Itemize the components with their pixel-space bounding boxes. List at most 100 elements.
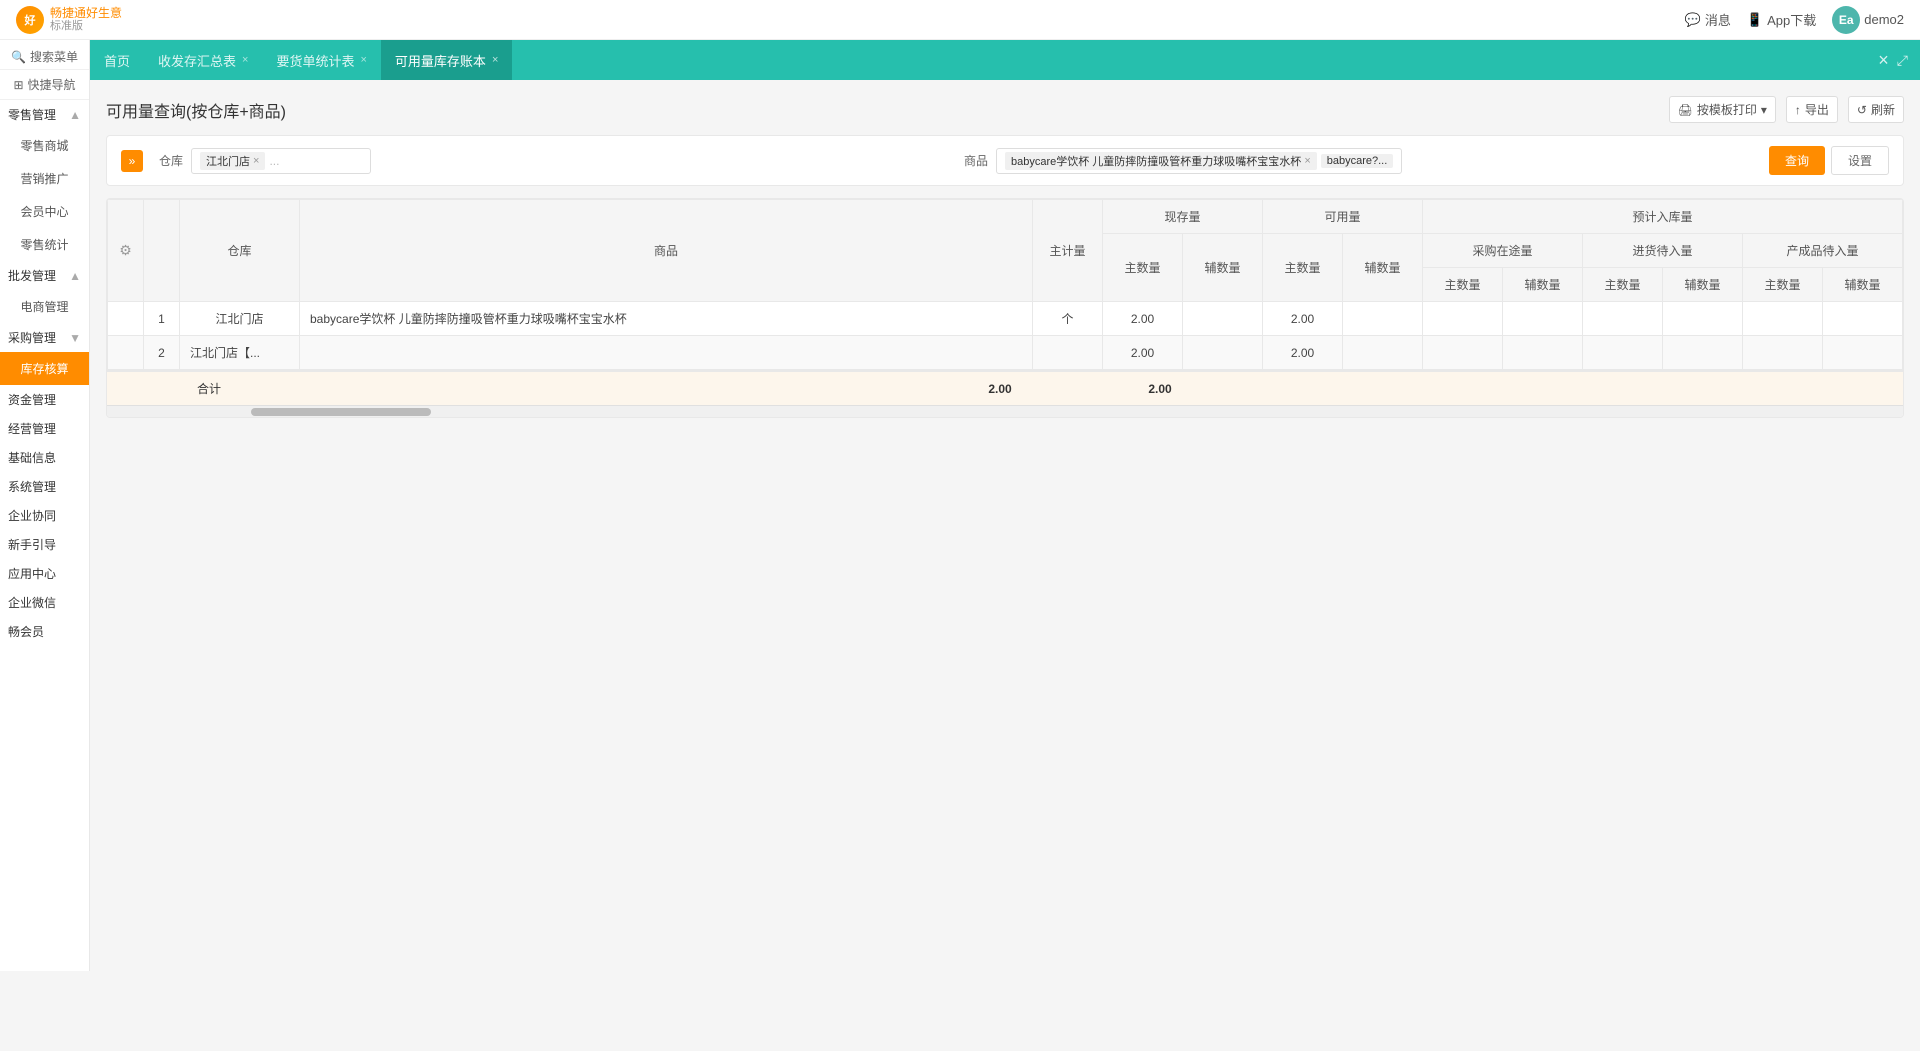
warehouse-tag: 江北门店 × [200, 152, 265, 170]
th-current-stock-group: 现存量 [1103, 200, 1263, 234]
chevron-down-icon: ▲ [69, 269, 81, 283]
th-seq [144, 200, 180, 302]
tab-home[interactable]: 首页 [90, 40, 144, 80]
sidebar-section-purchase[interactable]: 采购管理 ▼ [0, 323, 89, 352]
row2-production-aux [1823, 336, 1903, 370]
row2-current-aux [1183, 336, 1263, 370]
chevron2-icon: ▼ [69, 331, 81, 345]
user-action[interactable]: Ea demo2 [1832, 6, 1904, 34]
remove-product-tag1[interactable]: × [1304, 155, 1310, 167]
search-menu[interactable]: 🔍 搜索菜单 [0, 40, 89, 70]
sidebar-section-system[interactable]: 系统管理 [0, 472, 89, 501]
th-purchase-subgroup: 采购在途量 [1423, 234, 1583, 268]
filter-actions: 查询 设置 [1769, 146, 1889, 175]
tab-receivable[interactable]: 收发存汇总表 × [144, 40, 262, 80]
row2-inbound-aux [1663, 336, 1743, 370]
message-action[interactable]: 💬 消息 [1685, 10, 1731, 29]
print-template-btn[interactable]: 🖨 按模板打印 ▾ [1669, 96, 1776, 123]
row1-settings [108, 302, 144, 336]
tab-order-stats[interactable]: 要货单统计表 × [262, 40, 380, 80]
th-product: 商品 [300, 200, 1033, 302]
row1-product: babycare学饮杯 儿童防摔防撞吸管杯重力球吸嘴杯宝宝水杯 [300, 302, 1033, 336]
tab-close-available-stock[interactable]: × [492, 54, 498, 66]
row1-unit: 个 [1033, 302, 1103, 336]
footer-available-main: 2.00 [1120, 382, 1200, 396]
sidebar-item-marketing[interactable]: 营销推广 [0, 162, 89, 195]
sidebar-section-finance[interactable]: 资金管理 [0, 385, 89, 414]
row1-current-main: 2.00 [1103, 302, 1183, 336]
data-table: ⚙ 仓库 商品 主计量 现存量 可用量 预计入库量 主数量 辅数量 主数量 辅数… [107, 199, 1903, 370]
topbar: 好 畅捷通好生意 标准版 💬 消息 📱 App下载 Ea demo2 [0, 0, 1920, 40]
table-row: 2 江北门店【... 2.00 2.00 [108, 336, 1903, 370]
topbar-left: 好 畅捷通好生意 标准版 [16, 6, 122, 34]
sidebar-item-ecommerce[interactable]: 电商管理 [0, 290, 89, 323]
message-icon: 💬 [1685, 12, 1701, 28]
sidebar-section-vip[interactable]: 畅会员 [0, 617, 89, 646]
logo-area: 好 畅捷通好生意 标准版 [16, 6, 122, 34]
row1-available-main: 2.00 [1263, 302, 1343, 336]
sidebar: 母婴行业演示账套 ▾ 🔍 搜索菜单 ⊞ 快捷导航 零售管理 ▲ 零售商城 营销推… [0, 0, 90, 971]
sidebar-section-wholesale[interactable]: 批发管理 ▲ [0, 261, 89, 290]
sidebar-section-operations[interactable]: 经营管理 [0, 414, 89, 443]
th-purchase-main: 主数量 [1423, 268, 1503, 302]
main-content: 可用量查询(按仓库+商品) 🖨 按模板打印 ▾ ↑ 导出 ↺ 刷新 » 仓库 [90, 80, 1920, 971]
filter-bar: » 仓库 江北门店 × ... 商品 babycare学饮杯 儿童防摔防撞吸管杯… [106, 135, 1904, 186]
nav-tab-actions: × ⤢ [1866, 50, 1920, 71]
sidebar-section-newbie[interactable]: 新手引导 [0, 530, 89, 559]
th-expected-group: 预计入库量 [1423, 200, 1903, 234]
tab-close-order-stats[interactable]: × [360, 54, 366, 66]
row1-inbound-aux [1663, 302, 1743, 336]
th-production-main: 主数量 [1743, 268, 1823, 302]
sidebar-section-wechat[interactable]: 企业微信 [0, 588, 89, 617]
row2-available-aux [1343, 336, 1423, 370]
refresh-btn[interactable]: ↺ 刷新 [1848, 96, 1904, 123]
remove-warehouse-tag[interactable]: × [253, 155, 259, 167]
row1-purchase-main [1423, 302, 1503, 336]
row1-production-main [1743, 302, 1823, 336]
th-current-aux: 辅数量 [1183, 234, 1263, 302]
nav-tabs: 首页 收发存汇总表 × 要货单统计表 × 可用量库存账本 × × ⤢ [90, 40, 1920, 80]
th-available-aux: 辅数量 [1343, 234, 1423, 302]
export-icon: ↑ [1795, 103, 1801, 117]
avatar: Ea [1832, 6, 1860, 34]
row2-settings [108, 336, 144, 370]
column-settings-icon[interactable]: ⚙ [119, 242, 132, 258]
warehouse-input[interactable]: 江北门店 × ... [191, 148, 371, 174]
table-header-row-1: ⚙ 仓库 商品 主计量 现存量 可用量 预计入库量 [108, 200, 1903, 234]
warehouse-more-icon: ... [269, 154, 279, 168]
settings-button[interactable]: 设置 [1831, 146, 1889, 175]
close-all-icon[interactable]: × [1878, 50, 1889, 71]
row1-current-aux [1183, 302, 1263, 336]
row1-warehouse: 江北门店 [180, 302, 300, 336]
page-title: 可用量查询(按仓库+商品) [106, 98, 286, 122]
query-button[interactable]: 查询 [1769, 146, 1825, 175]
chevron-icon: ▲ [69, 108, 81, 122]
page-header: 可用量查询(按仓库+商品) 🖨 按模板打印 ▾ ↑ 导出 ↺ 刷新 [106, 96, 1904, 123]
tab-close-receivable[interactable]: × [242, 54, 248, 66]
sidebar-section-basic[interactable]: 基础信息 [0, 443, 89, 472]
sidebar-section-retail[interactable]: 零售管理 ▲ [0, 100, 89, 129]
sidebar-section-enterprise[interactable]: 企业协同 [0, 501, 89, 530]
app-download-action[interactable]: 📱 App下载 [1747, 10, 1816, 29]
product-input[interactable]: babycare学饮杯 儿童防摔防撞吸管杯重力球吸嘴杯宝宝水杯 × babyca… [996, 148, 1402, 174]
sidebar-item-members[interactable]: 会员中心 [0, 195, 89, 228]
sidebar-section-appcenter[interactable]: 应用中心 [0, 559, 89, 588]
scrollbar-thumb[interactable] [251, 408, 431, 416]
row2-production-main [1743, 336, 1823, 370]
row2-product [300, 336, 1033, 370]
table-footer: 合计 2.00 2.00 [107, 370, 1903, 405]
sidebar-section-inventory[interactable]: 库存核算 [0, 352, 89, 385]
th-settings: ⚙ [108, 200, 144, 302]
phone-icon: 📱 [1747, 12, 1763, 28]
th-warehouse: 仓库 [180, 200, 300, 302]
printer-icon: 🖨 [1678, 103, 1693, 117]
th-unit: 主计量 [1033, 200, 1103, 302]
tab-available-stock[interactable]: 可用量库存账本 × [381, 40, 512, 80]
export-btn[interactable]: ↑ 导出 [1786, 96, 1838, 123]
sidebar-item-retail-store[interactable]: 零售商城 [0, 129, 89, 162]
sidebar-item-retail-stats[interactable]: 零售统计 [0, 228, 89, 261]
scrollbar-area[interactable] [107, 405, 1903, 417]
filter-toggle-btn[interactable]: » [121, 150, 143, 172]
quick-nav[interactable]: ⊞ 快捷导航 [0, 70, 89, 100]
expand-icon[interactable]: ⤢ [1897, 52, 1908, 69]
